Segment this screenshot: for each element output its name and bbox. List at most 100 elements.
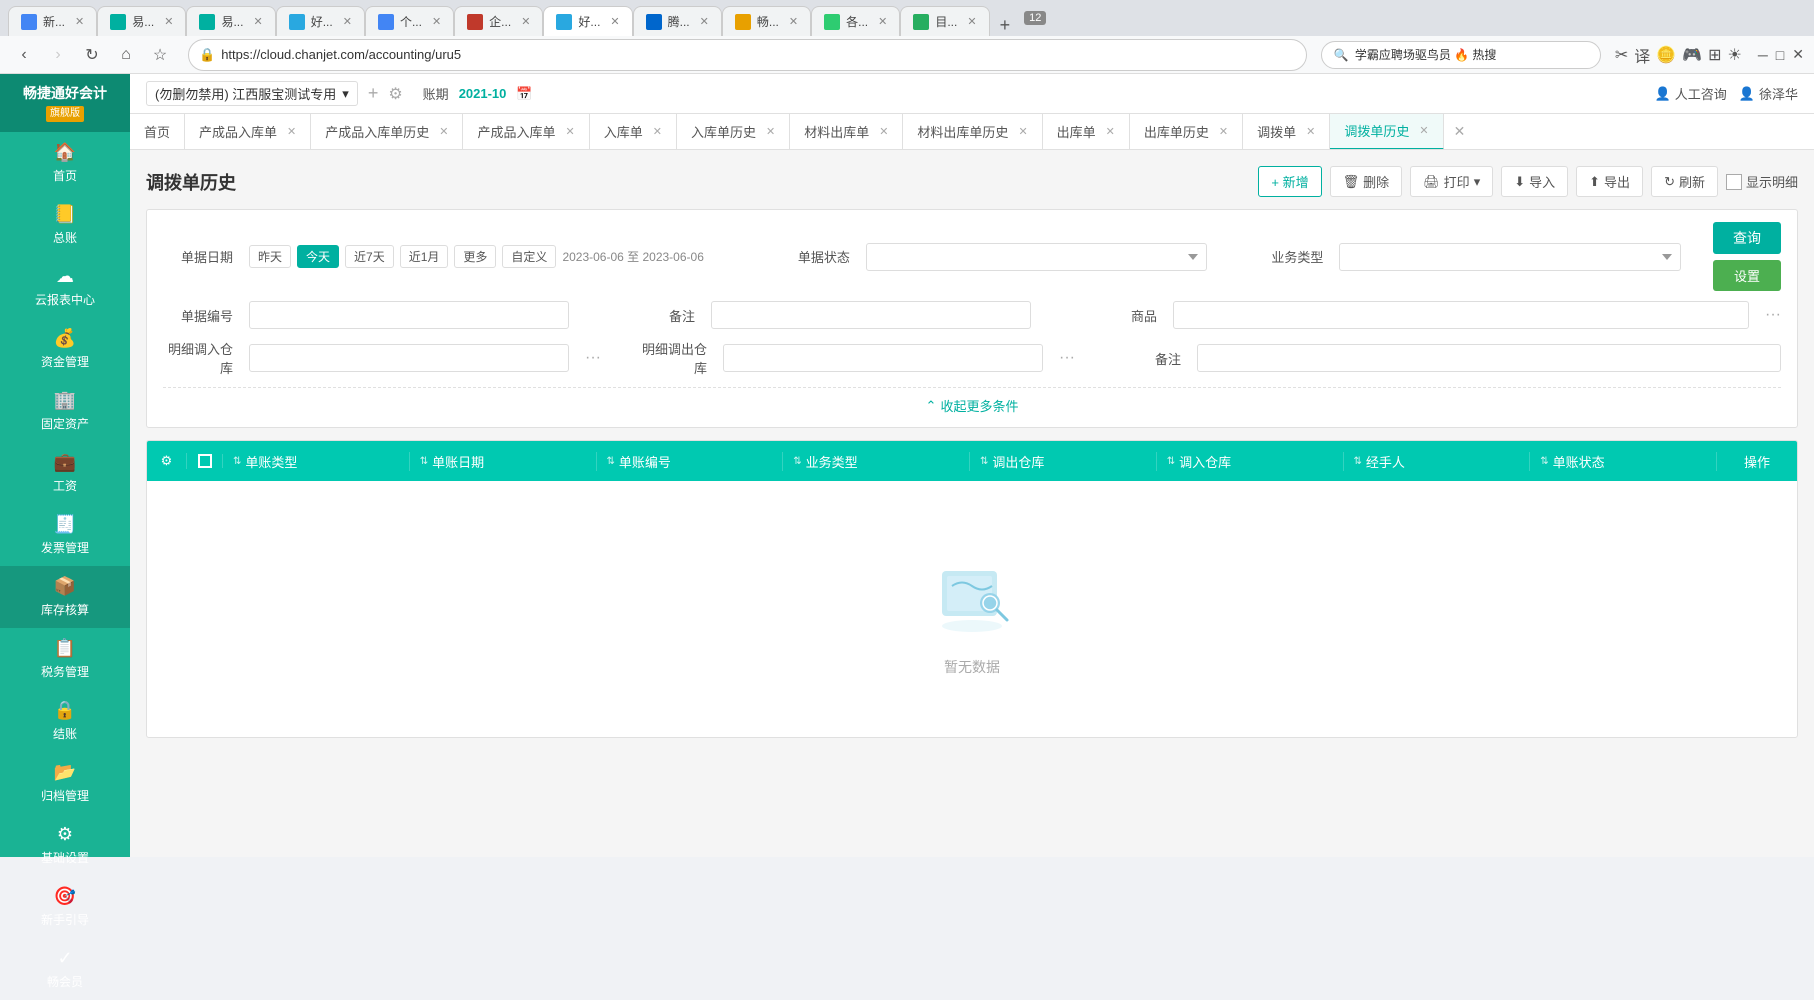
page-tab-material-out[interactable]: 材料出库单✕ [790,114,903,150]
maximize-icon[interactable]: □ [1776,47,1784,63]
new-button[interactable]: + 新增 [1258,166,1321,197]
sidebar-item-archive[interactable]: 📂 归档管理 [0,752,130,814]
date-more-btn[interactable]: 更多 [454,245,496,268]
sidebar-item-inventory[interactable]: 📦 库存核算 [0,566,130,628]
delete-button[interactable]: 🗑 删除 [1330,166,1403,197]
tab-1[interactable]: 新...✕ [8,6,97,36]
th-action: 操作 [1717,452,1797,471]
export-button[interactable]: ⬆ 导出 [1576,166,1643,197]
home-icon: 🏠 [54,142,76,163]
sidebar-item-fixed-asset[interactable]: 🏢 固定资产 [0,380,130,442]
page-tab-transfer-hist[interactable]: 调拨单历史✕ [1330,114,1443,150]
date-1month-btn[interactable]: 近1月 [400,245,449,268]
sidebar-item-guide[interactable]: 🎯 新手引导 [0,876,130,938]
detail-out-input[interactable] [723,344,1043,372]
data-table: ⚙ ⇅ 单账类型 ⇅ 单账日期 ⇅ 单账编号 [146,440,1798,738]
period-label: 账期 [423,84,449,103]
browser-search-bar[interactable]: 🔍 学霸应聘场驱鸟员 🔥 热搜 [1321,41,1601,69]
page-tab-inbound[interactable]: 入库单✕ [590,114,677,150]
th-type[interactable]: ⇅ 单账类型 [223,452,410,471]
close-all-tabs[interactable]: ✕ [1444,123,1476,140]
detail-in-dots[interactable]: ··· [585,349,601,367]
import-button[interactable]: ⬇ 导入 [1501,166,1568,197]
th-handler[interactable]: ⇅ 经手人 [1344,452,1531,471]
display-detail-checkbox[interactable]: 显示明细 [1726,172,1798,191]
remark-input[interactable] [711,301,1031,329]
tab-4[interactable]: 好...✕ [276,6,365,36]
date-7days-btn[interactable]: 近7天 [345,245,394,268]
page-tab-transfer[interactable]: 调拨单✕ [1243,114,1330,150]
setting-button[interactable]: 设置 [1713,260,1781,291]
detail-in-input[interactable] [249,344,569,372]
th-date[interactable]: ⇅ 单账日期 [410,452,597,471]
refresh-button[interactable]: ↻ [78,41,106,69]
user-service-btn[interactable]: 👤 人工咨询 [1655,84,1727,103]
inventory-icon: 📦 [54,576,76,597]
date-yesterday-btn[interactable]: 昨天 [249,245,291,268]
date-today-btn[interactable]: 今天 [297,245,339,268]
minimize-icon[interactable]: ─ [1758,47,1768,63]
sidebar-item-member[interactable]: ✓ 畅会员 [0,938,130,1000]
sidebar-item-payroll[interactable]: 💼 工资 [0,442,130,504]
tab-7[interactable]: 好...✕ [543,6,632,36]
print-button[interactable]: 🖨 打印 ▾ [1410,166,1493,197]
sidebar-item-fund[interactable]: 💰 资金管理 [0,318,130,380]
detail-in-label: 明细调入仓库 [163,339,233,377]
th-biz-type[interactable]: ⇅ 业务类型 [783,452,970,471]
sidebar-item-cloud-report[interactable]: ☁ 云报表中心 [0,256,130,318]
th-out-warehouse[interactable]: ⇅ 调出仓库 [970,452,1157,471]
tab-9[interactable]: 畅...✕ [722,6,811,36]
sidebar-item-ledger[interactable]: 📒 总账 [0,194,130,256]
forward-button[interactable]: › [44,41,72,69]
home-button[interactable]: ⌂ [112,41,140,69]
tab-2[interactable]: 易...✕ [97,6,186,36]
ledger-icon: 📒 [54,204,76,225]
page-tab-prod-inbound[interactable]: 产成品入库单✕ [185,114,311,150]
settings-gear-icon[interactable]: ⚙ [388,84,402,104]
page-tab-home[interactable]: 首页 [130,114,185,150]
company-selector[interactable]: (勿删勿禁用) 江西服宝测试专用 ▾ [146,81,358,106]
tab-11[interactable]: 目...✕ [900,6,989,36]
back-button[interactable]: ‹ [10,41,38,69]
sidebar-item-tax[interactable]: 📋 税务管理 [0,628,130,690]
period-value[interactable]: 2021-10 [459,86,507,101]
tab-5[interactable]: 个...✕ [365,6,454,36]
goods-dots[interactable]: ··· [1765,306,1781,324]
status-filter-select[interactable] [866,243,1208,271]
tab-6[interactable]: 企...✕ [454,6,543,36]
new-tab-button[interactable]: + [990,15,1021,36]
detail-out-dots[interactable]: ··· [1059,349,1075,367]
page-tab-inbound-hist[interactable]: 入库单历史✕ [677,114,790,150]
page-tab-prod-inbound-hist[interactable]: 产成品入库单历史✕ [311,114,463,150]
tab-8[interactable]: 腾...✕ [633,6,722,36]
avatar[interactable]: 👤 徐泽华 [1739,84,1798,103]
business-type-select[interactable] [1339,243,1681,271]
collapse-section[interactable]: ⌃ 收起更多条件 [163,387,1781,415]
sidebar-item-settings[interactable]: ⚙ 基础设置 [0,814,130,876]
date-custom-btn[interactable]: 自定义 [502,245,556,268]
page-tab-material-out-hist[interactable]: 材料出库单历史✕ [903,114,1042,150]
page-tab-prod-inbound2[interactable]: 产成品入库单✕ [463,114,589,150]
sidebar-item-invoice[interactable]: 🧾 发票管理 [0,504,130,566]
th-no[interactable]: ⇅ 单账编号 [597,452,784,471]
th-status[interactable]: ⇅ 单账状态 [1530,452,1717,471]
favorite-button[interactable]: ☆ [146,41,174,69]
add-company-btn[interactable]: + [368,83,379,104]
remark2-input[interactable] [1197,344,1781,372]
address-bar[interactable]: 🔒 https://cloud.chanjet.com/accounting/u… [188,39,1307,71]
goods-input[interactable] [1173,301,1749,329]
calendar-icon[interactable]: 📅 [516,86,532,102]
sidebar-item-home[interactable]: 🏠 首页 [0,132,130,194]
query-button[interactable]: 查询 [1713,222,1781,254]
close-icon[interactable]: ✕ [1792,46,1804,63]
voucher-no-input[interactable] [249,301,569,329]
refresh-button[interactable]: ↻ 刷新 [1651,166,1718,197]
tab-10[interactable]: 各...✕ [811,6,900,36]
th-in-warehouse[interactable]: ⇅ 调入仓库 [1157,452,1344,471]
sidebar-item-close[interactable]: 🔒 结账 [0,690,130,752]
th-gear[interactable]: ⚙ [147,453,187,469]
th-check[interactable] [187,454,223,468]
page-tab-outbound[interactable]: 出库单✕ [1043,114,1130,150]
tab-3[interactable]: 易...✕ [186,6,275,36]
page-tab-outbound-hist[interactable]: 出库单历史✕ [1130,114,1243,150]
